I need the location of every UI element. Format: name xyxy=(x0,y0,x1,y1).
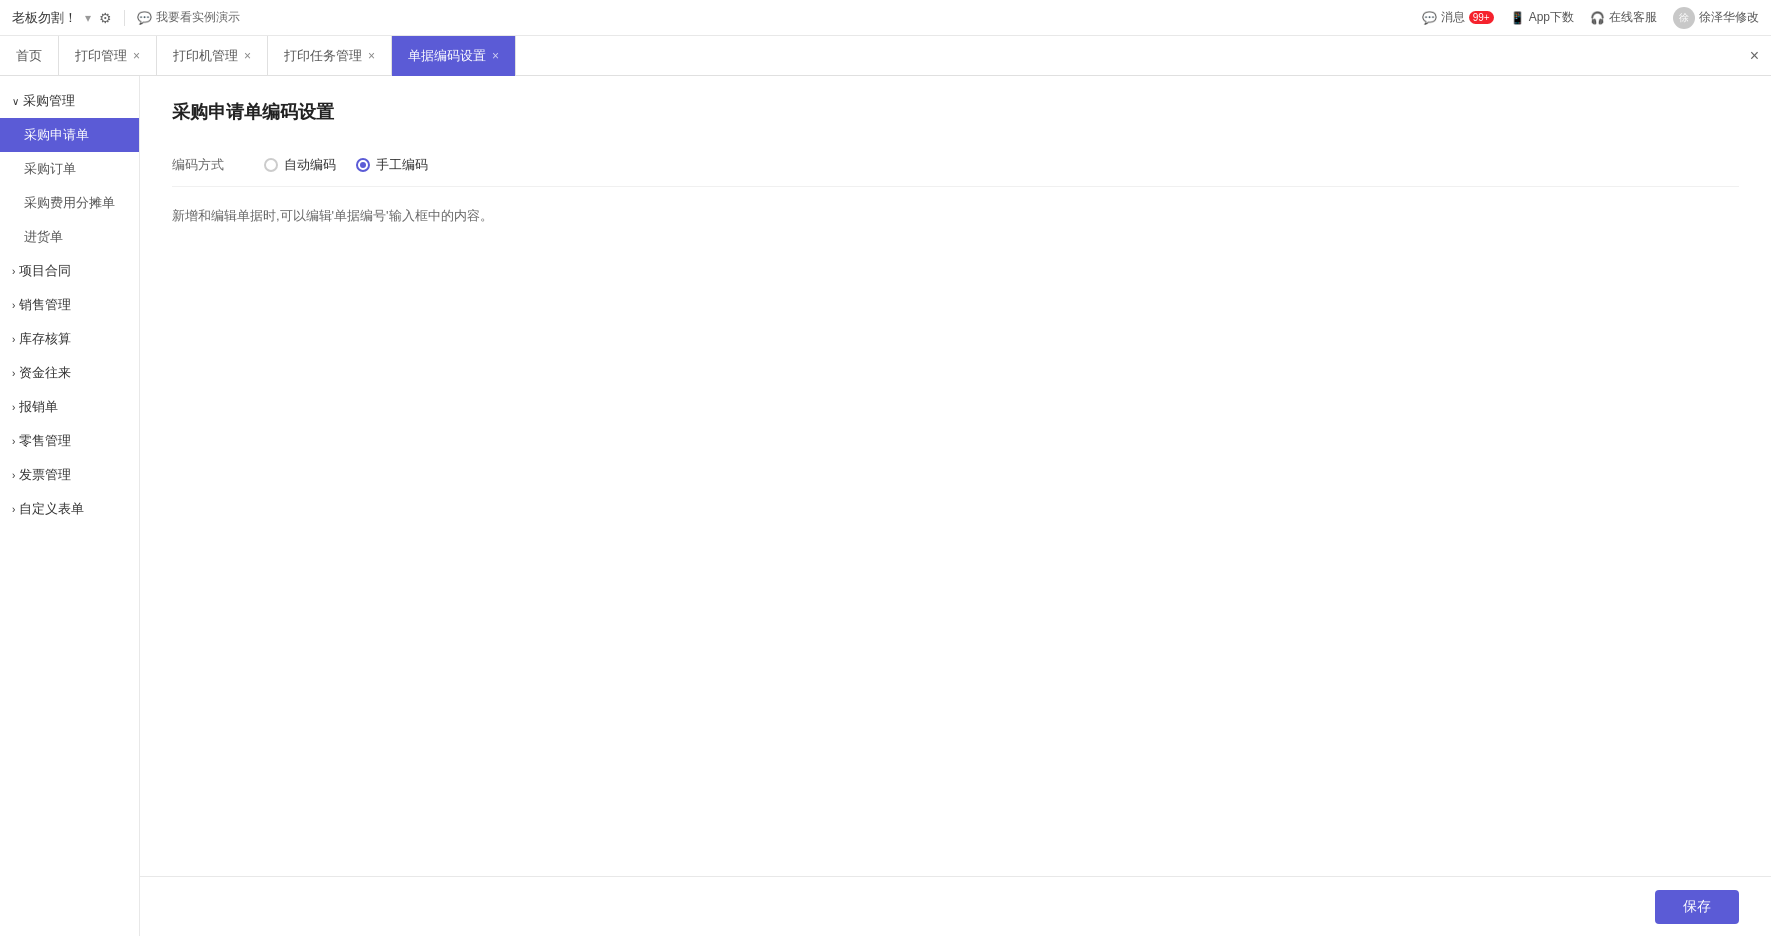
group-finance-arrow-icon: › xyxy=(12,368,15,379)
radio-auto-code[interactable]: 自动编码 xyxy=(264,156,336,174)
radio-manual-circle xyxy=(356,158,370,172)
app-icon: 📱 xyxy=(1510,11,1525,25)
sidebar-group-invoice[interactable]: › 发票管理 xyxy=(0,458,139,492)
tab-home-label: 首页 xyxy=(16,47,42,65)
demo-link[interactable]: 💬 我要看实例演示 xyxy=(137,9,240,26)
group-expense-arrow-icon: › xyxy=(12,402,15,413)
sidebar-item-purchase-fee-label: 采购费用分摊单 xyxy=(24,195,115,210)
tab-print-task-label: 打印任务管理 xyxy=(284,47,362,65)
sidebar-group-retail[interactable]: › 零售管理 xyxy=(0,424,139,458)
content-area: 采购申请单编码设置 编码方式 自动编码 手工编码 新增和编辑单据时,可以编辑'单… xyxy=(140,76,1771,936)
divider xyxy=(124,10,125,26)
sidebar-group-invoice-label: 发票管理 xyxy=(19,466,71,484)
sidebar: ∨ 采购管理 采购申请单 采购订单 采购费用分摊单 进货单 › 项目合同 › 销… xyxy=(0,76,140,936)
group-arrow-icon: ∨ xyxy=(12,96,19,107)
tab-printer-management-close-icon[interactable]: × xyxy=(244,49,251,63)
group-inventory-arrow-icon: › xyxy=(12,334,15,345)
sidebar-group-expense[interactable]: › 报销单 xyxy=(0,390,139,424)
user-menu[interactable]: 徐 徐泽华修改 xyxy=(1673,7,1759,29)
sidebar-group-purchase[interactable]: ∨ 采购管理 xyxy=(0,84,139,118)
tab-printer-management[interactable]: 打印机管理 × xyxy=(157,36,268,76)
sidebar-item-purchase-order[interactable]: 采购订单 xyxy=(0,152,139,186)
topbar: 老板勿割！ ▾ ⚙ 💬 我要看实例演示 💬 消息 99+ 📱 App下数 🎧 在… xyxy=(0,0,1771,36)
sidebar-group-finance[interactable]: › 资金往来 xyxy=(0,356,139,390)
radio-auto-circle xyxy=(264,158,278,172)
headphone-icon: 🎧 xyxy=(1590,11,1605,25)
sidebar-item-purchase-request[interactable]: 采购申请单 xyxy=(0,118,139,152)
sidebar-group-inventory[interactable]: › 库存核算 xyxy=(0,322,139,356)
dropdown-arrow-icon[interactable]: ▾ xyxy=(85,11,91,25)
content-inner: 采购申请单编码设置 编码方式 自动编码 手工编码 新增和编辑单据时,可以编辑'单… xyxy=(140,76,1771,876)
tab-code-setting-label: 单据编码设置 xyxy=(408,47,486,65)
username-label: 徐泽华修改 xyxy=(1699,9,1759,26)
sidebar-group-sales-label: 销售管理 xyxy=(19,296,71,314)
sidebar-group-custom[interactable]: › 自定义表单 xyxy=(0,492,139,526)
group-sales-arrow-icon: › xyxy=(12,300,15,311)
tabbar: 首页 打印管理 × 打印机管理 × 打印任务管理 × 单据编码设置 × × xyxy=(0,36,1771,76)
tab-print-management-close-icon[interactable]: × xyxy=(133,49,140,63)
group-custom-arrow-icon: › xyxy=(12,504,15,515)
message-button[interactable]: 💬 消息 99+ xyxy=(1422,9,1494,26)
tab-home[interactable]: 首页 xyxy=(0,36,59,76)
close-all-button[interactable]: × xyxy=(1738,36,1771,76)
sidebar-item-purchase-fee[interactable]: 采购费用分摊单 xyxy=(0,186,139,220)
tab-code-setting-close-icon[interactable]: × xyxy=(492,49,499,63)
message-icon: 💬 xyxy=(1422,11,1437,25)
avatar: 徐 xyxy=(1673,7,1695,29)
sidebar-item-purchase-request-label: 采购申请单 xyxy=(24,127,89,142)
topbar-left: 老板勿割！ ▾ ⚙ 💬 我要看实例演示 xyxy=(12,9,240,27)
description-text: 新增和编辑单据时,可以编辑'单据编号'输入框中的内容。 xyxy=(172,207,1739,225)
online-service-label: 在线客服 xyxy=(1609,9,1657,26)
close-all-icon: × xyxy=(1750,47,1759,65)
demo-chat-icon: 💬 xyxy=(137,11,152,25)
radio-manual-code[interactable]: 手工编码 xyxy=(356,156,428,174)
sidebar-group-finance-label: 资金往来 xyxy=(19,364,71,382)
sidebar-item-inbound[interactable]: 进货单 xyxy=(0,220,139,254)
radio-group: 自动编码 手工编码 xyxy=(264,156,428,174)
group-retail-arrow-icon: › xyxy=(12,436,15,447)
tab-print-task[interactable]: 打印任务管理 × xyxy=(268,36,392,76)
group-project-arrow-icon: › xyxy=(12,266,15,277)
demo-label: 我要看实例演示 xyxy=(156,9,240,26)
encoding-label: 编码方式 xyxy=(172,156,232,174)
main-layout: ∨ 采购管理 采购申请单 采购订单 采购费用分摊单 进货单 › 项目合同 › 销… xyxy=(0,76,1771,936)
save-button[interactable]: 保存 xyxy=(1655,890,1739,924)
message-label: 消息 xyxy=(1441,9,1465,26)
message-badge: 99+ xyxy=(1469,11,1494,24)
settings-gear-icon[interactable]: ⚙ xyxy=(99,10,112,26)
tab-code-setting[interactable]: 单据编码设置 × xyxy=(392,36,516,76)
tab-printer-management-label: 打印机管理 xyxy=(173,47,238,65)
app-download-label: App下数 xyxy=(1529,9,1574,26)
tab-print-management-label: 打印管理 xyxy=(75,47,127,65)
sidebar-item-inbound-label: 进货单 xyxy=(24,229,63,244)
app-logo: 老板勿割！ xyxy=(12,9,77,27)
sidebar-group-project-label: 项目合同 xyxy=(19,262,71,280)
sidebar-group-inventory-label: 库存核算 xyxy=(19,330,71,348)
radio-auto-label: 自动编码 xyxy=(284,156,336,174)
sidebar-group-retail-label: 零售管理 xyxy=(19,432,71,450)
page-title: 采购申请单编码设置 xyxy=(172,100,1739,124)
sidebar-group-project[interactable]: › 项目合同 xyxy=(0,254,139,288)
group-invoice-arrow-icon: › xyxy=(12,470,15,481)
content-footer: 保存 xyxy=(140,876,1771,936)
tab-print-task-close-icon[interactable]: × xyxy=(368,49,375,63)
sidebar-group-custom-label: 自定义表单 xyxy=(19,500,84,518)
sidebar-group-expense-label: 报销单 xyxy=(19,398,58,416)
encoding-row: 编码方式 自动编码 手工编码 xyxy=(172,144,1739,187)
topbar-right: 💬 消息 99+ 📱 App下数 🎧 在线客服 徐 徐泽华修改 xyxy=(1422,7,1759,29)
sidebar-group-purchase-label: 采购管理 xyxy=(23,92,75,110)
radio-manual-label: 手工编码 xyxy=(376,156,428,174)
app-download-button[interactable]: 📱 App下数 xyxy=(1510,9,1574,26)
tab-print-management[interactable]: 打印管理 × xyxy=(59,36,157,76)
sidebar-group-sales[interactable]: › 销售管理 xyxy=(0,288,139,322)
online-service-button[interactable]: 🎧 在线客服 xyxy=(1590,9,1657,26)
sidebar-item-purchase-order-label: 采购订单 xyxy=(24,161,76,176)
